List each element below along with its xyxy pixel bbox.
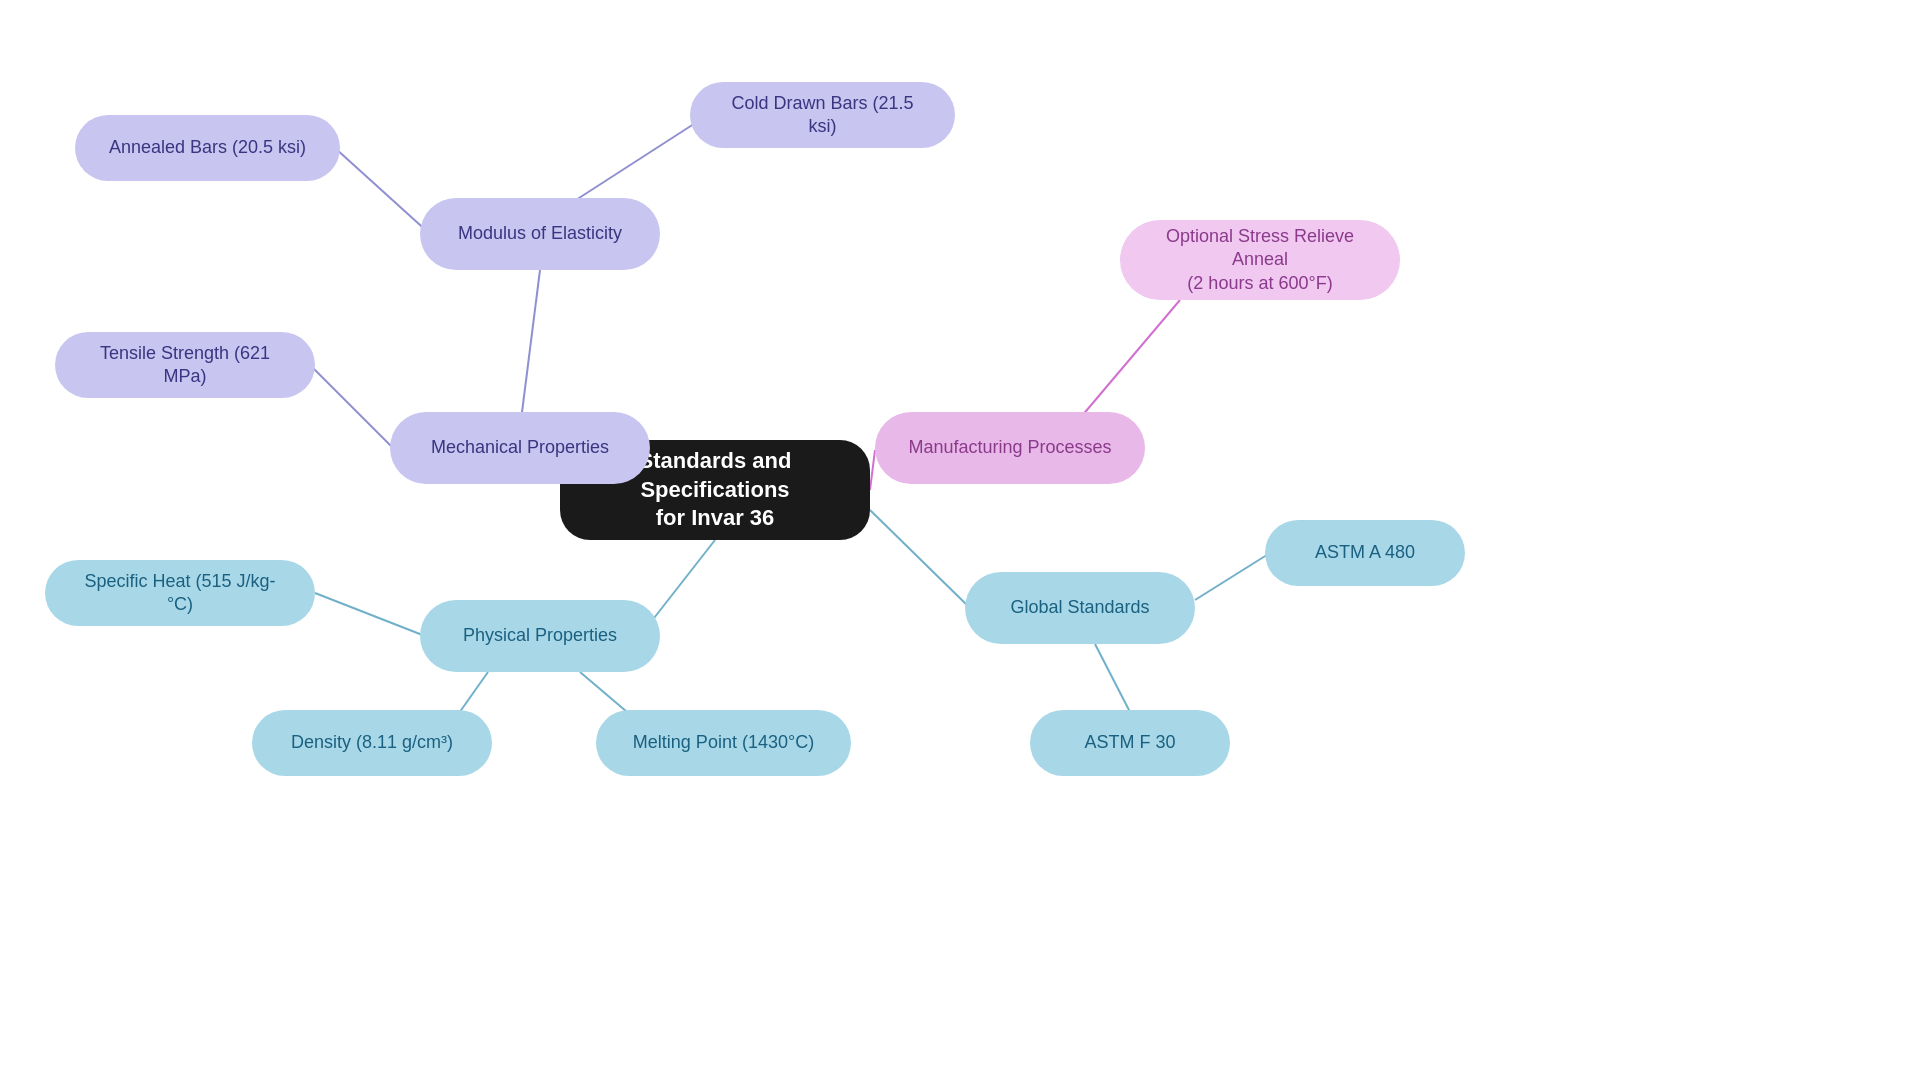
density-node[interactable]: Density (8.11 g/cm³) — [252, 710, 492, 776]
manufacturing-label: Manufacturing Processes — [908, 436, 1111, 459]
svg-line-6 — [1070, 300, 1180, 430]
mechanical-properties-node[interactable]: Mechanical Properties — [390, 412, 650, 484]
astm-f30-label: ASTM F 30 — [1084, 731, 1175, 754]
stress-relieve-label: Optional Stress Relieve Anneal(2 hours a… — [1148, 225, 1372, 295]
svg-line-11 — [870, 510, 970, 608]
astm-a480-node[interactable]: ASTM A 480 — [1265, 520, 1465, 586]
modulus-label: Modulus of Elasticity — [458, 222, 622, 245]
svg-line-12 — [1195, 553, 1270, 600]
mechanical-properties-label: Mechanical Properties — [431, 436, 609, 459]
svg-line-1 — [520, 270, 540, 428]
cold-drawn-node[interactable]: Cold Drawn Bars (21.5 ksi) — [690, 82, 955, 148]
svg-line-8 — [315, 593, 425, 636]
svg-line-5 — [870, 450, 875, 490]
tensile-label: Tensile Strength (621 MPa) — [83, 342, 287, 389]
physical-properties-label: Physical Properties — [463, 624, 617, 647]
physical-properties-node[interactable]: Physical Properties — [420, 600, 660, 672]
svg-line-13 — [1095, 644, 1130, 712]
manufacturing-node[interactable]: Manufacturing Processes — [875, 412, 1145, 484]
astm-a480-label: ASTM A 480 — [1315, 541, 1415, 564]
melting-point-label: Melting Point (1430°C) — [633, 731, 814, 754]
melting-point-node[interactable]: Melting Point (1430°C) — [596, 710, 851, 776]
astm-f30-node[interactable]: ASTM F 30 — [1030, 710, 1230, 776]
density-label: Density (8.11 g/cm³) — [291, 731, 453, 754]
cold-drawn-label: Cold Drawn Bars (21.5 ksi) — [718, 92, 927, 139]
modulus-node[interactable]: Modulus of Elasticity — [420, 198, 660, 270]
specific-heat-node[interactable]: Specific Heat (515 J/kg-°C) — [45, 560, 315, 626]
annealed-node[interactable]: Annealed Bars (20.5 ksi) — [75, 115, 340, 181]
svg-line-2 — [310, 365, 395, 450]
specific-heat-label: Specific Heat (515 J/kg-°C) — [73, 570, 287, 617]
global-standards-node[interactable]: Global Standards — [965, 572, 1195, 644]
global-standards-label: Global Standards — [1010, 596, 1149, 619]
stress-relieve-node[interactable]: Optional Stress Relieve Anneal(2 hours a… — [1120, 220, 1400, 300]
annealed-label: Annealed Bars (20.5 ksi) — [109, 136, 306, 159]
svg-line-3 — [335, 148, 430, 234]
tensile-node[interactable]: Tensile Strength (621 MPa) — [55, 332, 315, 398]
